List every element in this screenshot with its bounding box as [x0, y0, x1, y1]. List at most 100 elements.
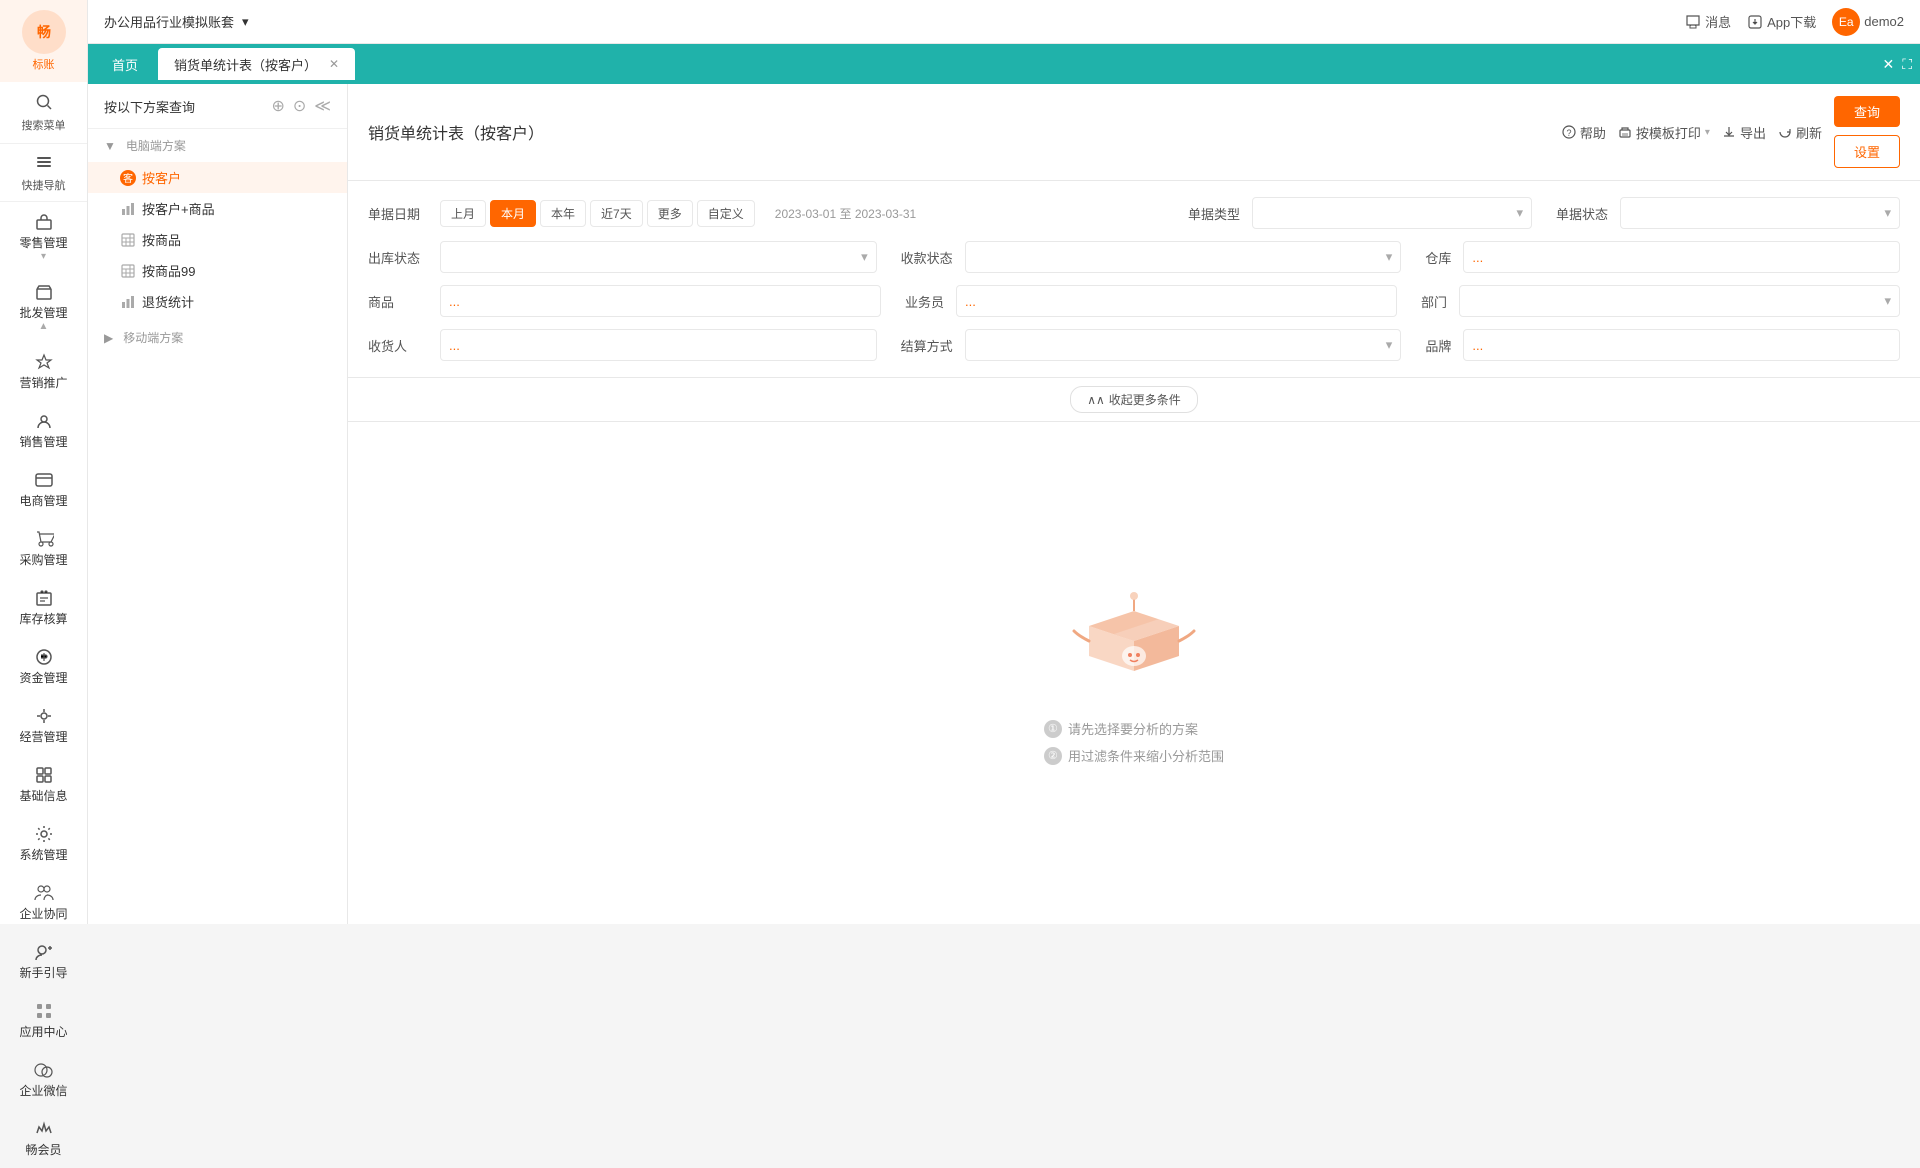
sidebar-nav-label[interactable]: 快捷导航 — [0, 144, 87, 202]
help-label: 帮助 — [1580, 123, 1606, 142]
tree-section-mobile[interactable]: ▶ 移动端方案 — [88, 321, 347, 354]
message-item[interactable]: 消息 — [1685, 12, 1731, 31]
sidebar-item-marketing[interactable]: 营销推广 — [0, 342, 87, 401]
sidebar-item-retail[interactable]: 零售管理 ▾ — [0, 202, 87, 272]
left-panel-header: 按以下方案查询 ⊕ ⊙ ≪ — [88, 84, 347, 129]
sidebar-item-purchase[interactable]: 采购管理 — [0, 519, 87, 578]
filter-row-1: 单据日期 上月 本月 本年 近7天 更多 自定义 2023-03-01 至 20… — [368, 197, 1900, 229]
tab-home-label: 首页 — [112, 55, 138, 74]
warehouse-select[interactable]: ... — [1463, 241, 1900, 273]
ecommerce-label: 电商管理 — [19, 492, 67, 509]
date-buttons: 上月 本月 本年 近7天 更多 自定义 — [440, 200, 755, 227]
export-action[interactable]: 导出 — [1722, 123, 1766, 142]
doc-type-select[interactable]: ▾ — [1252, 197, 1532, 229]
sidebar-item-cooperation[interactable]: 企业协同 — [0, 873, 87, 932]
edit-scheme-icon[interactable]: ⊙ — [293, 96, 306, 116]
sidebar-item-vip[interactable]: 畅会员 — [0, 1109, 87, 1168]
tree-item-product[interactable]: 按商品 — [88, 224, 347, 255]
table-icon-1 — [120, 232, 136, 248]
setting-button[interactable]: 设置 — [1834, 135, 1900, 168]
ecommerce-icon — [34, 470, 54, 490]
collapse-panel-icon[interactable]: ≪ — [314, 96, 331, 116]
date-btn-custom[interactable]: 自定义 — [697, 200, 755, 227]
tabbar: 首页 销货单统计表（按客户） ✕ ✕ ⛶ — [88, 44, 1920, 84]
sidebar-item-newuser[interactable]: 新手引导 — [0, 932, 87, 991]
finance-icon — [34, 647, 54, 667]
payment-status-select[interactable]: ▾ — [965, 241, 1402, 273]
doc-status-select[interactable]: ▾ — [1620, 197, 1900, 229]
brand-label: 品牌 — [1425, 336, 1451, 355]
sidebar-item-wholesale[interactable]: 批发管理 ▲ — [0, 272, 87, 342]
app-download-item[interactable]: App下载 — [1747, 12, 1816, 31]
sidebar-item-system[interactable]: 系统管理 — [0, 814, 87, 873]
tree-section-desktop[interactable]: ▼ 电脑端方案 — [88, 129, 347, 162]
system-icon — [34, 824, 54, 844]
receiver-placeholder: ... — [449, 338, 460, 353]
date-btn-this-year[interactable]: 本年 — [540, 200, 586, 227]
sidebar-item-finance[interactable]: 资金管理 — [0, 637, 87, 696]
operations-icon — [34, 706, 54, 726]
vip-label: 畅会员 — [25, 1141, 61, 1158]
sidebar-search-item[interactable]: 办公用品行业模拟账套 搜索菜单 — [0, 82, 87, 144]
tree-label-product99: 按商品99 — [142, 261, 195, 280]
sidebar-item-basics[interactable]: 基础信息 — [0, 755, 87, 814]
add-scheme-icon[interactable]: ⊕ — [271, 96, 284, 116]
search-icon — [34, 92, 54, 112]
tree-item-product99[interactable]: 按商品99 — [88, 255, 347, 286]
date-btn-more[interactable]: 更多 — [647, 200, 693, 227]
sidebar-item-enterprise-wechat[interactable]: 企业微信 — [0, 1050, 87, 1109]
tab-close-icon[interactable]: ✕ — [329, 57, 339, 71]
hint-num-2: ② — [1044, 747, 1062, 765]
topbar-right: 消息 App下载 Ea demo2 — [1685, 8, 1904, 36]
collapse-button[interactable]: ∧∧ 收起更多条件 — [1070, 386, 1198, 413]
settlement-select[interactable]: ▾ — [965, 329, 1402, 361]
tree-icon-customer: 客 — [120, 170, 136, 186]
date-btn-this-month[interactable]: 本月 — [490, 200, 536, 227]
maximize-icon[interactable]: ⛶ — [1902, 56, 1912, 73]
date-btn-last-7-days[interactable]: 近7天 — [590, 200, 643, 227]
tree-label-by-customer: 按客户 — [142, 168, 181, 187]
topbar-dropdown[interactable]: ▾ — [242, 14, 249, 30]
dept-label: 部门 — [1421, 292, 1447, 311]
salesman-select[interactable]: ... — [956, 285, 1397, 317]
empty-hints: ① 请先选择要分析的方案 ② 用过滤条件来缩小分析范围 — [1044, 719, 1224, 765]
sidebar-item-appcenter[interactable]: 应用中心 — [0, 991, 87, 1050]
print-action[interactable]: 按模板打印 ▾ — [1618, 123, 1710, 142]
topbar-title: 办公用品行业模拟账套 — [104, 12, 234, 31]
tab-home[interactable]: 首页 — [96, 48, 154, 80]
close-window-icon[interactable]: ✕ — [1882, 56, 1894, 73]
topbar-left: 办公用品行业模拟账套 ▾ — [104, 12, 249, 31]
right-panel: 销货单统计表（按客户） ? 帮助 按模板打印 ▾ 导出 — [348, 84, 1920, 924]
tree-item-by-customer[interactable]: 客 按客户 — [88, 162, 347, 193]
basics-icon — [34, 765, 54, 785]
tree-item-return-stats[interactable]: 退货统计 — [88, 286, 347, 317]
newuser-icon — [34, 942, 54, 962]
dept-select[interactable]: ▾ — [1459, 285, 1900, 317]
date-btn-last-month[interactable]: 上月 — [440, 200, 486, 227]
receiver-select[interactable]: ... — [440, 329, 877, 361]
product-select[interactable]: ... — [440, 285, 881, 317]
dropdown-arrow: ▾ — [242, 14, 249, 30]
query-button[interactable]: 查询 — [1834, 96, 1900, 127]
refresh-action[interactable]: 刷新 — [1778, 123, 1822, 142]
app-logo-icon: 畅 — [22, 10, 66, 54]
print-dropdown-arrow[interactable]: ▾ — [1705, 127, 1710, 138]
sales-icon — [34, 411, 54, 431]
user-item[interactable]: Ea demo2 — [1832, 8, 1904, 36]
tree-label-product: 按商品 — [142, 230, 181, 249]
help-action[interactable]: ? 帮助 — [1562, 123, 1606, 142]
sidebar-item-operations[interactable]: 经营管理 — [0, 696, 87, 755]
brand-select[interactable]: ... — [1463, 329, 1900, 361]
sidebar-item-sales[interactable]: 销售管理 — [0, 401, 87, 460]
date-label: 单据日期 — [368, 204, 428, 223]
topbar: 办公用品行业模拟账套 ▾ 消息 App下载 Ea demo2 — [88, 0, 1920, 44]
page-header: 销货单统计表（按客户） ? 帮助 按模板打印 ▾ 导出 — [348, 84, 1920, 181]
sidebar-item-inventory[interactable]: 库存核算 — [0, 578, 87, 637]
sidebar-logo[interactable]: 畅 标账 — [0, 0, 87, 82]
print-label: 按模板打印 — [1636, 123, 1701, 142]
tab-active[interactable]: 销货单统计表（按客户） ✕ — [158, 48, 355, 80]
tree-item-customer-product[interactable]: 按客户+商品 — [88, 193, 347, 224]
out-status-select[interactable]: ▾ — [440, 241, 877, 273]
sidebar-item-ecommerce[interactable]: 电商管理 — [0, 460, 87, 519]
enterprise-wechat-label: 企业微信 — [19, 1082, 67, 1099]
